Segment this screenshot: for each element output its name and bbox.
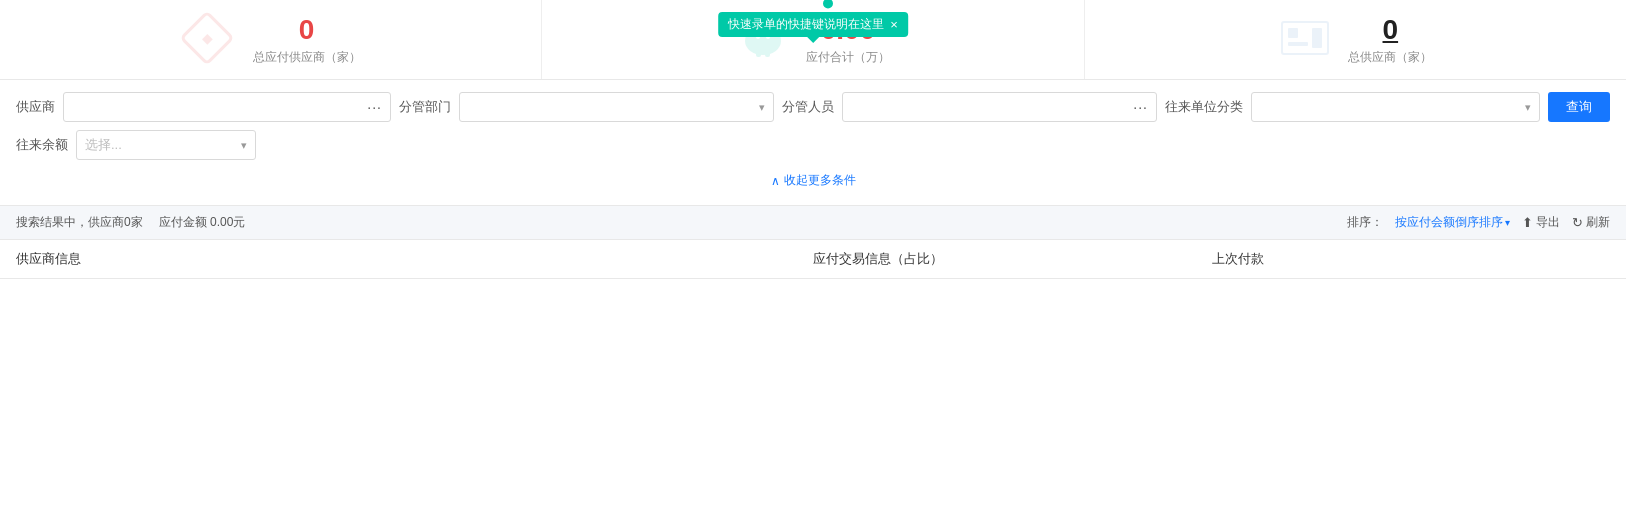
svg-rect-10	[1288, 28, 1298, 38]
shortcut-tooltip: 快速录单的快捷键说明在这里 ×	[718, 12, 908, 37]
collapse-row: ∧ 收起更多条件	[16, 168, 1610, 197]
person-dots-icon: ···	[1133, 99, 1148, 115]
supplier-dots-icon: ···	[367, 99, 382, 115]
refresh-label: 刷新	[1586, 214, 1610, 231]
person-label: 分管人员	[782, 98, 834, 116]
supplier-input[interactable]: ···	[63, 92, 391, 122]
department-field: 分管部门 ▾	[399, 92, 774, 122]
table-body	[0, 279, 1626, 515]
table-col-supplier-info: 供应商信息	[16, 250, 813, 268]
balance-label: 往来余额	[16, 136, 68, 154]
amount-text: 应付金额 0.00元	[159, 214, 246, 231]
sort-value[interactable]: 按应付会额倒序排序 ▾	[1395, 214, 1510, 231]
person-input[interactable]: ···	[842, 92, 1157, 122]
chevron-up-icon: ∧	[771, 174, 780, 188]
blueprint-icon	[1278, 18, 1332, 58]
card-payable-total: 0.00 应付合计（万） 快速录单的快捷键说明在这里 ×	[542, 0, 1084, 79]
department-input[interactable]: ▾	[459, 92, 774, 122]
export-icon: ⬆	[1522, 215, 1533, 230]
query-button[interactable]: 查询	[1548, 92, 1610, 122]
department-label: 分管部门	[399, 98, 451, 116]
table-col-transaction-info: 应付交易信息（占比）	[813, 250, 1212, 268]
unit-class-label: 往来单位分类	[1165, 98, 1243, 116]
result-bar-left: 搜索结果中，供应商0家 应付金额 0.00元	[16, 214, 245, 231]
unit-class-input[interactable]: ▾	[1251, 92, 1540, 122]
balance-field: 往来余额 选择... ▾	[16, 130, 276, 160]
svg-rect-7	[756, 49, 761, 57]
card-total-payable-suppliers: ◆ 0 总应付供应商（家）	[0, 0, 542, 79]
search-result-text: 搜索结果中，供应商0家	[16, 214, 143, 231]
supplier-field: 供应商 ···	[16, 92, 391, 122]
tooltip-text: 快速录单的快捷键说明在这里	[728, 16, 884, 33]
balance-chevron-icon: ▾	[241, 139, 247, 152]
search-row-2: 往来余额 选择... ▾	[16, 130, 1610, 160]
sort-label: 排序：	[1347, 214, 1383, 231]
top-cards-section: ◆ 0 总应付供应商（家）	[0, 0, 1626, 80]
table-col-last-payment: 上次付款	[1212, 250, 1611, 268]
supplier-label: 供应商	[16, 98, 55, 116]
total-suppliers-number: 0	[1348, 13, 1432, 47]
search-row-1: 供应商 ··· 分管部门 ▾ 分管人员 ··· 往来单位分类 ▾ 查询	[16, 92, 1610, 122]
result-bar-right: 排序： 按应付会额倒序排序 ▾ ⬆ 导出 ↻ 刷新	[1347, 214, 1610, 231]
sort-chevron-icon: ▾	[1505, 217, 1510, 228]
refresh-icon: ↻	[1572, 215, 1583, 230]
total-payable-number: 0	[253, 13, 361, 47]
card-total-suppliers: 0 总供应商（家）	[1085, 0, 1626, 79]
balance-select[interactable]: 选择... ▾	[76, 130, 256, 160]
balance-placeholder: 选择...	[85, 136, 122, 154]
person-field: 分管人员 ···	[782, 92, 1157, 122]
total-suppliers-label: 总供应商（家）	[1348, 49, 1432, 66]
tooltip-dot	[823, 0, 833, 9]
diamond-icon: ◆	[181, 12, 233, 64]
result-bar: 搜索结果中，供应商0家 应付金额 0.00元 排序： 按应付会额倒序排序 ▾ ⬆…	[0, 206, 1626, 240]
tooltip-close-icon[interactable]: ×	[890, 18, 898, 31]
search-area: 供应商 ··· 分管部门 ▾ 分管人员 ··· 往来单位分类 ▾ 查询	[0, 80, 1626, 206]
unit-class-chevron-icon: ▾	[1525, 101, 1531, 114]
collapse-label: 收起更多条件	[784, 172, 856, 189]
total-payable-label: 总应付供应商（家）	[253, 49, 361, 66]
svg-text:◆: ◆	[201, 30, 212, 46]
department-chevron-icon: ▾	[759, 101, 765, 114]
export-label: 导出	[1536, 214, 1560, 231]
collapse-button[interactable]: ∧ 收起更多条件	[771, 172, 856, 189]
svg-rect-8	[765, 49, 770, 57]
unit-class-field: 往来单位分类 ▾	[1165, 92, 1540, 122]
table-header: 供应商信息 应付交易信息（占比） 上次付款	[0, 240, 1626, 279]
sort-value-text: 按应付会额倒序排序	[1395, 214, 1503, 231]
export-button[interactable]: ⬆ 导出	[1522, 214, 1560, 231]
refresh-button[interactable]: ↻ 刷新	[1572, 214, 1610, 231]
payable-total-label: 应付合计（万）	[806, 49, 890, 66]
svg-rect-11	[1288, 42, 1308, 46]
svg-rect-12	[1312, 28, 1322, 48]
